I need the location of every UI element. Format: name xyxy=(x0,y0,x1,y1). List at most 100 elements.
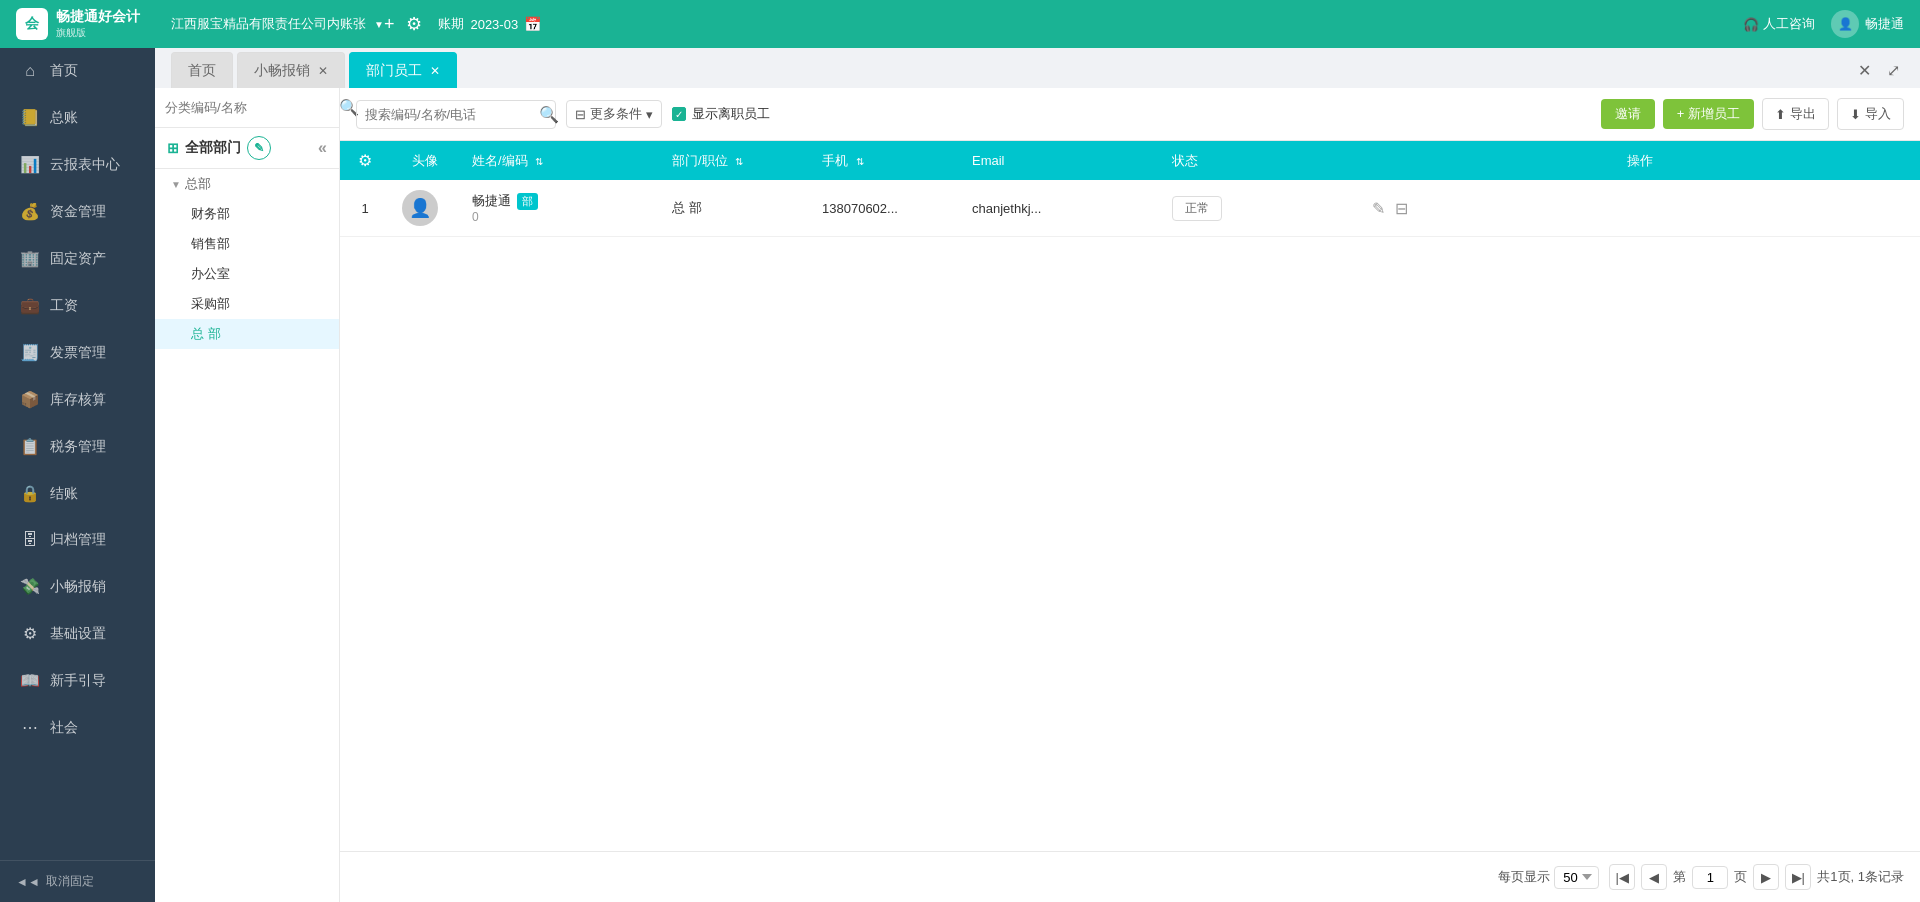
page-content: 🔍 ⊞ 全部部门 ✎ « ▼ 总部 财务部 销售部 办公室 采购部 xyxy=(155,88,1920,902)
import-button[interactable]: ⬇ 导入 xyxy=(1837,98,1904,130)
next-page-button[interactable]: ▶ xyxy=(1753,864,1779,890)
tab-expense-close[interactable]: ✕ xyxy=(318,64,328,78)
add-company-button[interactable]: + xyxy=(384,14,395,35)
col-settings: ⚙ xyxy=(340,141,390,180)
dept-node-office[interactable]: 办公室 xyxy=(155,259,339,289)
col-dept[interactable]: 部门/职位 ⇅ xyxy=(660,141,810,180)
home-icon: ⌂ xyxy=(20,62,40,80)
sidebar-item-assets[interactable]: 🏢 固定资产 xyxy=(0,235,155,282)
expense-icon: 💸 xyxy=(20,577,40,596)
tab-home[interactable]: 首页 xyxy=(171,52,233,88)
search-icon[interactable]: 🔍 xyxy=(539,105,559,124)
sidebar-item-home[interactable]: ⌂ 首页 xyxy=(0,48,155,94)
employee-code: 0 xyxy=(472,210,648,224)
sidebar-label-tax: 税务管理 xyxy=(50,438,106,456)
ledger-icon: 📒 xyxy=(20,108,40,127)
sidebar-item-payroll[interactable]: 💼 工资 xyxy=(0,282,155,329)
tab-expense[interactable]: 小畅报销 ✕ xyxy=(237,52,345,88)
period-selector[interactable]: 账期 2023-03 📅 xyxy=(438,15,541,33)
dept-search-area: 🔍 xyxy=(155,88,339,128)
invite-button[interactable]: 邀请 xyxy=(1601,99,1655,129)
col-dept-label: 部门/职位 xyxy=(672,153,728,168)
sidebar-item-closing[interactable]: 🔒 结账 xyxy=(0,470,155,517)
sidebar-label-settings: 基础设置 xyxy=(50,625,106,643)
delete-button[interactable]: ⊟ xyxy=(1395,199,1408,218)
company-dropdown-icon: ▼ xyxy=(374,19,384,30)
sidebar-label-guide: 新手引导 xyxy=(50,672,106,690)
tab-bar-right: ✕ ⤢ xyxy=(1854,57,1904,88)
sidebar-label-funds: 资金管理 xyxy=(50,203,106,221)
user-area[interactable]: 👤 畅捷通 xyxy=(1831,10,1904,38)
last-page-button[interactable]: ▶| xyxy=(1785,864,1811,890)
per-page-label: 每页显示 xyxy=(1498,868,1550,886)
dept-edit-button[interactable]: ✎ xyxy=(247,136,271,160)
funds-icon: 💰 xyxy=(20,202,40,221)
tab-dept-employee-label: 部门员工 xyxy=(366,62,422,80)
sidebar-item-archive[interactable]: 🗄 归档管理 xyxy=(0,517,155,563)
unpin-label: 取消固定 xyxy=(46,873,94,890)
page-label: 第 xyxy=(1673,868,1686,886)
col-name[interactable]: 姓名/编码 ⇅ xyxy=(460,141,660,180)
sidebar-item-ledger[interactable]: 📒 总账 xyxy=(0,94,155,141)
sidebar-label-reports: 云报表中心 xyxy=(50,156,120,174)
dept-node-purchase[interactable]: 采购部 xyxy=(155,289,339,319)
dept-node-general[interactable]: ▼ 总部 xyxy=(155,169,339,199)
toolbar-right: 邀请 + 新增员工 ⬆ 导出 ⬇ 导入 xyxy=(1601,98,1904,130)
add-employee-button[interactable]: + 新增员工 xyxy=(1663,99,1754,129)
export-button[interactable]: ⬆ 导出 xyxy=(1762,98,1829,130)
sidebar-label-invoice: 发票管理 xyxy=(50,344,106,362)
employee-toolbar: 🔍 ⊟ 更多条件 ▾ ✓ 显示离职员工 邀请 + 新增员工 xyxy=(340,88,1920,141)
dept-node-finance[interactable]: 财务部 xyxy=(155,199,339,229)
dept-toggle-icon: ▼ xyxy=(171,179,181,190)
total-label: 共1页, 1条记录 xyxy=(1817,868,1904,886)
dept-search-input[interactable] xyxy=(165,100,333,115)
employee-search-box[interactable]: 🔍 xyxy=(356,100,556,129)
settings-button[interactable]: ⚙ xyxy=(406,13,422,35)
dept-collapse-button[interactable]: « xyxy=(318,139,327,157)
guide-icon: 📖 xyxy=(20,671,40,690)
row-actions: ✎ ⊟ xyxy=(1360,180,1920,237)
avatar-person-icon: 👤 xyxy=(409,197,431,219)
tab-dept-employee-close[interactable]: ✕ xyxy=(430,64,440,78)
user-name: 畅捷通 xyxy=(1865,15,1904,33)
export-icon: ⬆ xyxy=(1775,107,1786,122)
sidebar-item-more[interactable]: ⋯ 社会 xyxy=(0,704,155,751)
col-phone[interactable]: 手机 ⇅ xyxy=(810,141,960,180)
row-dept: 总 部 xyxy=(660,180,810,237)
row-avatar: 👤 xyxy=(390,180,460,237)
employee-search-input[interactable] xyxy=(365,107,533,122)
dept-node-sales[interactable]: 销售部 xyxy=(155,229,339,259)
dept-node-general-dept[interactable]: 总 部 xyxy=(155,319,339,349)
company-selector[interactable]: 江西服宝精品有限责任公司内账张 ▼ xyxy=(171,15,384,33)
sidebar: ⌂ 首页 📒 总账 📊 云报表中心 💰 资金管理 🏢 固定资产 💼 工资 🧾 发… xyxy=(0,48,155,902)
page-input[interactable] xyxy=(1692,866,1728,889)
tax-icon: 📋 xyxy=(20,437,40,456)
col-email: Email xyxy=(960,141,1160,180)
sidebar-item-invoice[interactable]: 🧾 发票管理 xyxy=(0,329,155,376)
page-size-dropdown[interactable]: 50 xyxy=(1554,866,1599,889)
employee-table: ⚙ 头像 姓名/编码 ⇅ 部门/职位 ⇅ xyxy=(340,141,1920,851)
tab-close-window-button[interactable]: ✕ xyxy=(1854,57,1875,84)
table-gear-icon[interactable]: ⚙ xyxy=(358,152,372,169)
sidebar-item-inventory[interactable]: 📦 库存核算 xyxy=(0,376,155,423)
sidebar-item-expense[interactable]: 💸 小畅报销 xyxy=(0,563,155,610)
sidebar-item-funds[interactable]: 💰 资金管理 xyxy=(0,188,155,235)
unpin-button[interactable]: ◄◄ 取消固定 xyxy=(0,860,155,902)
grid-icon: ⊞ xyxy=(167,140,179,156)
sidebar-item-reports[interactable]: 📊 云报表中心 xyxy=(0,141,155,188)
reports-icon: 📊 xyxy=(20,155,40,174)
tab-maximize-button[interactable]: ⤢ xyxy=(1883,57,1904,84)
sidebar-item-guide[interactable]: 📖 新手引导 xyxy=(0,657,155,704)
sidebar-item-tax[interactable]: 📋 税务管理 xyxy=(0,423,155,470)
filter-button[interactable]: ⊟ 更多条件 ▾ xyxy=(566,100,662,128)
first-page-button[interactable]: |◀ xyxy=(1609,864,1635,890)
tab-dept-employee[interactable]: 部门员工 ✕ xyxy=(349,52,457,88)
edit-button[interactable]: ✎ xyxy=(1372,199,1385,218)
user-avatar-icon: 👤 xyxy=(1838,17,1853,31)
show-resigned-checkbox[interactable]: ✓ xyxy=(672,107,686,121)
service-button[interactable]: 🎧 人工咨询 xyxy=(1743,15,1815,33)
sidebar-item-settings[interactable]: ⚙ 基础设置 xyxy=(0,610,155,657)
dept-badge: 部 xyxy=(517,193,538,210)
prev-page-button[interactable]: ◀ xyxy=(1641,864,1667,890)
filter-icon: ⊟ xyxy=(575,107,586,122)
